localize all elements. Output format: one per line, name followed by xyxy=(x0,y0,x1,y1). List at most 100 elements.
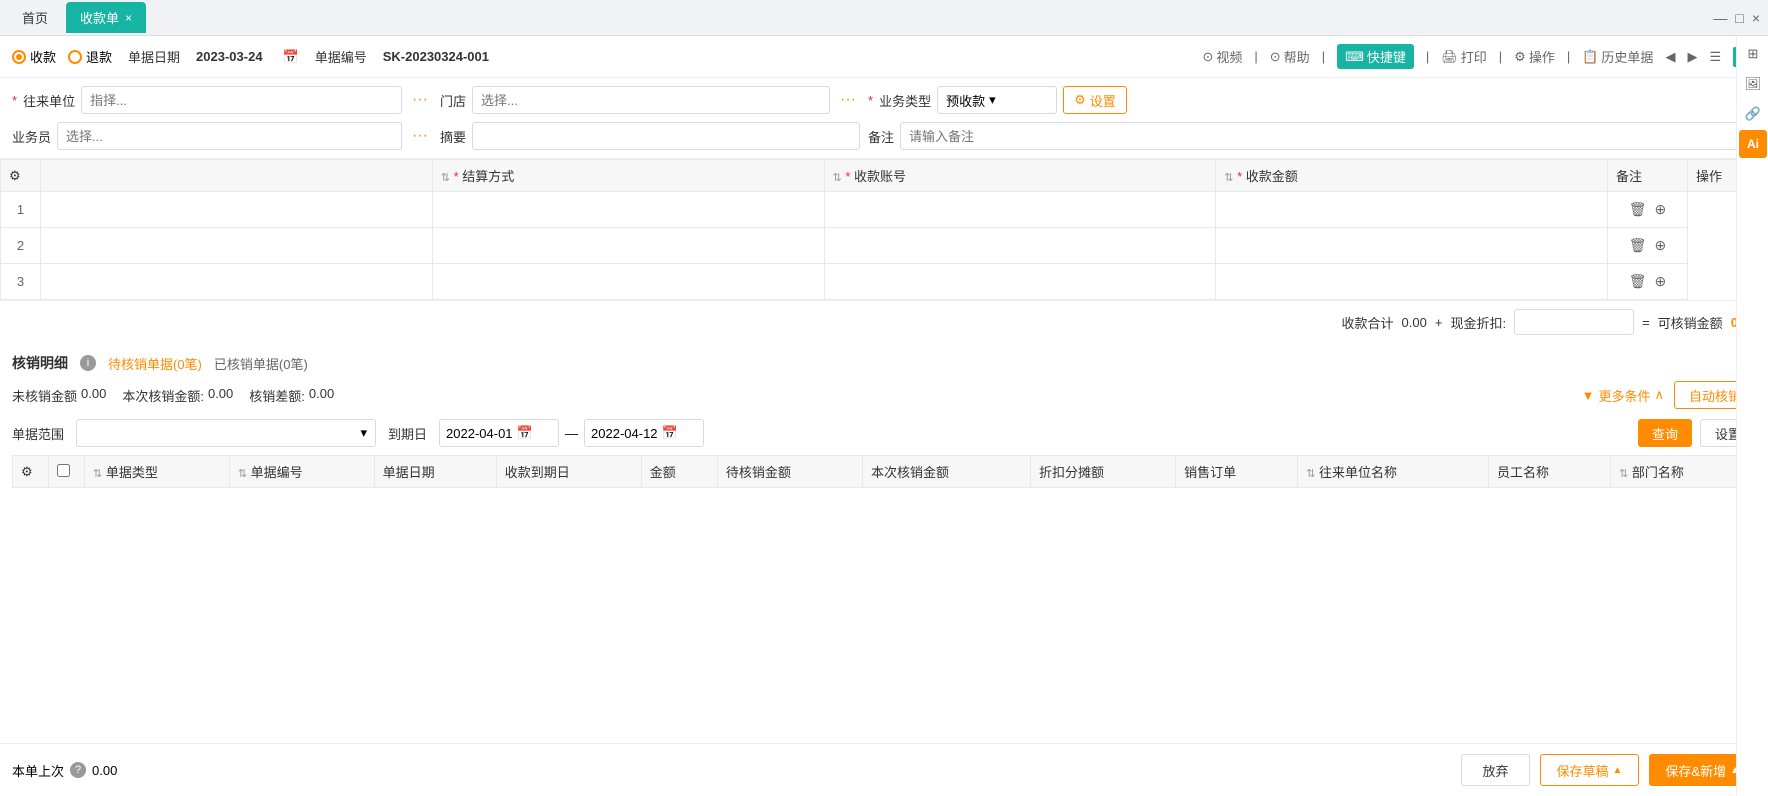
shortcut-btn[interactable]: ⌨ 快捷键 xyxy=(1337,44,1414,69)
bt-th-check[interactable] xyxy=(49,456,85,488)
row-3-amount[interactable] xyxy=(824,264,1216,300)
close-btn[interactable]: × xyxy=(1752,10,1760,26)
history-btn[interactable]: 📋 历史单据 xyxy=(1582,47,1653,66)
done-link[interactable]: 已核销单据(0笔) xyxy=(214,354,308,373)
tab-home[interactable]: 首页 xyxy=(8,2,62,33)
copy-icon-1[interactable]: ⊕ xyxy=(1655,201,1667,218)
row-2-settlement[interactable] xyxy=(41,228,433,264)
more-conditions-btn[interactable]: ▼ 更多条件 ∧ xyxy=(1582,386,1664,405)
sidebar-link-icon[interactable]: 🔗 xyxy=(1739,100,1767,128)
receipts-table-wrap: ⇅ * 结算方式 ⇅ * 收款账号 ⇅ * 收款金额 xyxy=(0,159,1768,301)
calendar-icon-to[interactable]: 📅 xyxy=(662,425,678,441)
store-more-btn[interactable]: ··· xyxy=(836,91,860,109)
store-input[interactable] xyxy=(472,86,830,114)
partner-required-mark: * xyxy=(12,93,17,108)
writeoff-info-icon[interactable]: i xyxy=(80,355,96,371)
table-row: 3 🗑 ⊕ xyxy=(1,264,1768,300)
copy-icon-3[interactable]: ⊕ xyxy=(1655,273,1667,290)
range-select[interactable]: ▾ xyxy=(76,419,376,447)
row-3-settlement[interactable] xyxy=(41,264,433,300)
calendar-icon-from[interactable]: 📅 xyxy=(517,425,533,441)
maximize-btn[interactable]: □ xyxy=(1735,10,1743,26)
help-btn[interactable]: ⊙ 帮助 xyxy=(1270,47,1310,66)
discard-btn[interactable]: 放弃 xyxy=(1461,754,1529,786)
current-label: 本次核销金额: xyxy=(122,386,204,405)
row-2-account[interactable] xyxy=(432,228,824,264)
date-label: 单据日期 xyxy=(128,47,180,66)
row-1-amount[interactable] xyxy=(824,192,1216,228)
delete-icon-1[interactable]: 🗑 xyxy=(1629,201,1647,218)
bt-th-amount: 金额 xyxy=(641,456,717,488)
main-content: 收款 退款 单据日期 2023-03-24 📅 单据编号 SK-20230324… xyxy=(0,36,1768,796)
row-1-remark[interactable] xyxy=(1216,192,1608,228)
sidebar-image-icon[interactable]: 🖼 xyxy=(1739,70,1767,98)
table-row: 1 🗑 ⊕ xyxy=(1,192,1768,228)
bt-th-current: 本次核销金额 xyxy=(862,456,1030,488)
save-draft-btn[interactable]: 保存草稿 ▲ xyxy=(1540,754,1640,786)
row-3-remark[interactable] xyxy=(1216,264,1608,300)
diff-label: 核销差额: xyxy=(249,386,305,405)
biz-type-dropdown[interactable]: 预收款 ▾ xyxy=(937,86,1057,114)
sidebar-ai-icon[interactable]: Ai xyxy=(1739,130,1767,158)
partner-more-btn[interactable]: ··· xyxy=(408,91,432,109)
salesperson-more-btn[interactable]: ··· xyxy=(408,127,432,145)
salesperson-label: 业务员 xyxy=(12,127,51,146)
plus-sign: + xyxy=(1435,315,1443,330)
row-1-settlement[interactable] xyxy=(41,192,433,228)
summary-input[interactable] xyxy=(472,122,860,150)
radio-shoukuan[interactable]: 收款 xyxy=(12,47,56,66)
type-radio-group: 收款 退款 xyxy=(12,47,112,66)
partner-input[interactable] xyxy=(81,86,402,114)
th-account: ⇅ * 收款账号 xyxy=(824,160,1216,192)
tab-close-icon[interactable]: × xyxy=(125,11,132,25)
settings-button[interactable]: ⚙ 设置 xyxy=(1063,86,1127,114)
date-picker-icon[interactable]: 📅 xyxy=(283,49,299,65)
account-input-3[interactable] xyxy=(433,264,824,299)
date-from-input[interactable]: 2022-04-01 📅 xyxy=(439,419,559,447)
sidebar-table-icon[interactable]: ⊞ xyxy=(1739,40,1767,68)
total-label: 收款合计 xyxy=(1342,313,1394,332)
account-input-2[interactable] xyxy=(433,228,824,263)
pending-link[interactable]: 待核销单据(0笔) xyxy=(108,354,202,373)
row-num-3: 3 xyxy=(1,264,41,300)
salesperson-input[interactable] xyxy=(57,122,402,150)
select-all-checkbox[interactable] xyxy=(57,464,70,477)
toolbar: 收款 退款 单据日期 2023-03-24 📅 单据编号 SK-20230324… xyxy=(0,36,1768,78)
amount-input-3[interactable] xyxy=(825,264,1216,299)
th-gear[interactable] xyxy=(1,160,41,192)
print-btn[interactable]: 🖨 打印 xyxy=(1441,47,1487,66)
filter-icon: ▼ xyxy=(1582,388,1595,403)
amount-input-2[interactable] xyxy=(825,228,1216,263)
order-info-icon[interactable]: ? xyxy=(70,762,86,778)
delete-icon-2[interactable]: 🗑 xyxy=(1629,237,1647,254)
settlement-input-3[interactable] xyxy=(41,264,432,299)
remark-input[interactable] xyxy=(900,122,1756,150)
row-3-account[interactable] xyxy=(432,264,824,300)
video-btn[interactable]: ⊙ 视频 xyxy=(1202,47,1242,66)
account-input-1[interactable] xyxy=(433,192,824,227)
remark-input-3[interactable] xyxy=(1216,264,1607,299)
delete-icon-3[interactable]: 🗑 xyxy=(1629,273,1647,290)
writeoff-title-row: 核销明细 i 待核销单据(0笔) 已核销单据(0笔) xyxy=(12,353,1756,373)
settlement-input-1[interactable] xyxy=(41,192,432,227)
bt-th-gear[interactable] xyxy=(13,456,49,488)
row-2-amount[interactable] xyxy=(824,228,1216,264)
history-icon: 📋 xyxy=(1582,49,1598,65)
discount-input[interactable] xyxy=(1514,309,1634,335)
copy-icon-2[interactable]: ⊕ xyxy=(1655,237,1667,254)
minimize-btn[interactable]: — xyxy=(1713,10,1727,26)
operation-icon: ⚙ xyxy=(1514,49,1526,65)
row-1-account[interactable] xyxy=(432,192,824,228)
amount-input-1[interactable] xyxy=(825,192,1216,227)
tab-current[interactable]: 收款单 × xyxy=(66,2,146,33)
row-2-remark[interactable] xyxy=(1216,228,1608,264)
remark-input-1[interactable] xyxy=(1216,192,1607,227)
receipts-table: ⇅ * 结算方式 ⇅ * 收款账号 ⇅ * 收款金额 xyxy=(0,159,1768,300)
date-to-input[interactable]: 2022-04-12 📅 xyxy=(584,419,704,447)
remark-input-2[interactable] xyxy=(1216,228,1607,263)
operation-btn[interactable]: ⚙ 操作 xyxy=(1514,47,1555,66)
settlement-input-2[interactable] xyxy=(41,228,432,263)
bt-th-discount: 折扣分摊额 xyxy=(1031,456,1176,488)
radio-tuikuan[interactable]: 退款 xyxy=(68,47,112,66)
query-btn[interactable]: 查询 xyxy=(1638,419,1692,447)
